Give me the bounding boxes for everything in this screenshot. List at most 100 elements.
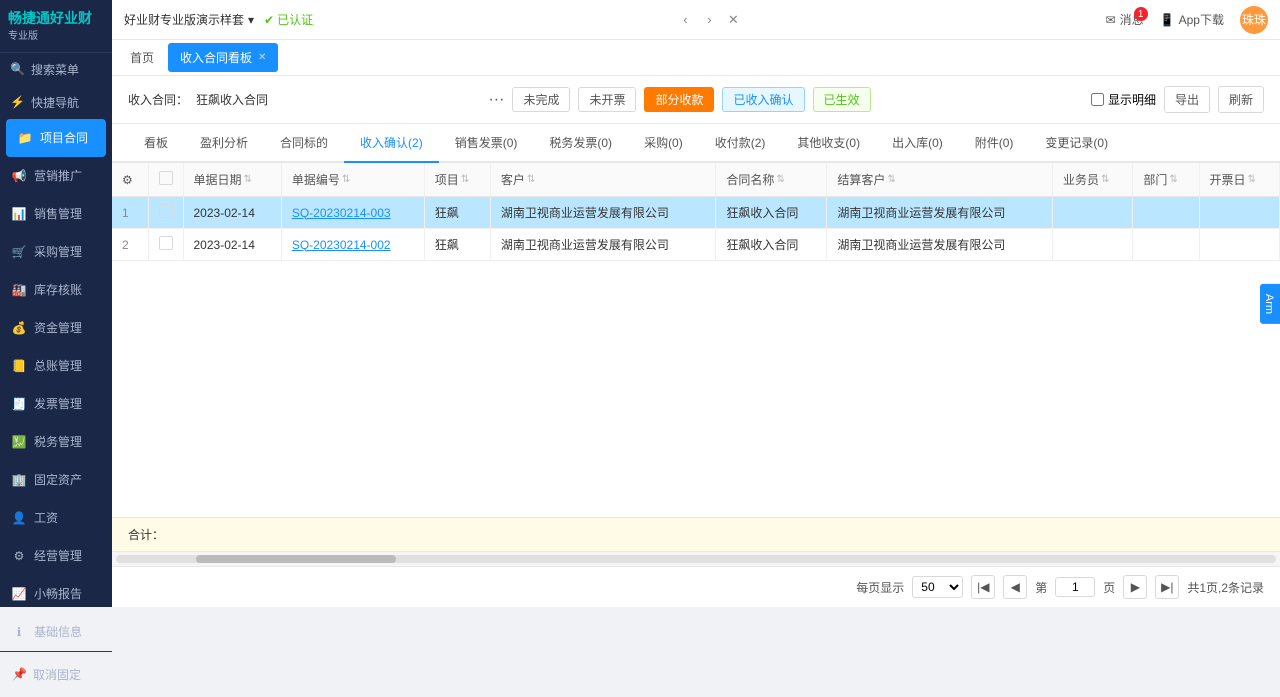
sidebar-item-asset[interactable]: 🏢 固定资产 bbox=[0, 461, 112, 499]
sidebar-item-invoice[interactable]: 🧾 发票管理 bbox=[0, 385, 112, 423]
status-active[interactable]: 已生效 bbox=[813, 87, 871, 112]
table-cell[interactable]: SQ-20230214-003 bbox=[281, 197, 424, 229]
sidebar-quick-nav-label: 快捷导航 bbox=[31, 94, 79, 111]
table-row[interactable]: 12023-02-14SQ-20230214-003狂飙湖南卫视商业运营发展有限… bbox=[112, 197, 1280, 229]
order-no-link[interactable]: SQ-20230214-003 bbox=[292, 206, 391, 220]
message-btn[interactable]: ✉ 1 消息 bbox=[1106, 11, 1144, 28]
sidebar-quick-nav[interactable]: ⚡ 快捷导航 bbox=[0, 86, 112, 119]
sidebar-cancel-pin[interactable]: 📌 取消固定 bbox=[8, 660, 104, 689]
pagination-next-btn[interactable]: ▶ bbox=[1123, 575, 1147, 599]
sidebar-item-report[interactable]: 📈 小畅报告 bbox=[0, 575, 112, 613]
table-row[interactable]: 22023-02-14SQ-20230214-002狂飙湖南卫视商业运营发展有限… bbox=[112, 229, 1280, 261]
sidebar-item-base[interactable]: ℹ 基础信息 bbox=[0, 613, 112, 651]
status-income-confirmed[interactable]: 已收入确认 bbox=[722, 87, 804, 112]
row-checkbox[interactable] bbox=[159, 236, 173, 250]
sub-tab-4[interactable]: 销售发票(0) bbox=[439, 124, 534, 163]
settings-icon[interactable]: ⚙ bbox=[122, 173, 133, 187]
sub-tab-6[interactable]: 采购(0) bbox=[628, 124, 699, 163]
sub-tab-10[interactable]: 附件(0) bbox=[959, 124, 1030, 163]
content-area: 收入合同： 狂飙收入合同 ··· 未完成 未开票 部分收款 已收入确认 已生效 … bbox=[112, 76, 1280, 607]
sidebar-label-labor: 工资 bbox=[34, 509, 58, 526]
nav-next-btn[interactable]: › bbox=[699, 10, 719, 30]
sub-tab-11[interactable]: 变更记录(0) bbox=[1029, 124, 1124, 163]
col-header-部门[interactable]: 部门⇅ bbox=[1133, 163, 1199, 197]
tab-home[interactable]: 首页 bbox=[120, 43, 164, 72]
sub-tab-9[interactable]: 出入库(0) bbox=[876, 124, 959, 163]
display-detail-checkbox[interactable]: 显示明细 bbox=[1091, 91, 1156, 108]
sidebar-item-folder[interactable]: 📁 项目合同 bbox=[6, 119, 106, 157]
page-input[interactable] bbox=[1055, 577, 1095, 597]
nav-prev-btn[interactable]: ‹ bbox=[675, 10, 695, 30]
col-header-项目[interactable]: 项目⇅ bbox=[424, 163, 490, 197]
display-detail-label: 显示明细 bbox=[1108, 91, 1156, 108]
sidebar-label-chart: 销售管理 bbox=[34, 205, 82, 222]
sub-tab-1[interactable]: 盈利分析 bbox=[184, 124, 264, 163]
nav-close-btn[interactable]: ✕ bbox=[723, 10, 743, 30]
row-num: 2 bbox=[122, 238, 129, 252]
cancel-pin-label: 取消固定 bbox=[33, 666, 81, 683]
sidebar-icon-invoice: 🧾 bbox=[10, 395, 28, 413]
arm-btn[interactable]: Arm bbox=[1260, 283, 1280, 323]
sidebar-item-ledger[interactable]: 📒 总账管理 bbox=[0, 347, 112, 385]
sidebar-search[interactable]: 🔍 搜索菜单 bbox=[0, 53, 112, 86]
row-checkbox[interactable] bbox=[159, 204, 173, 218]
scrollbar-thumb[interactable] bbox=[196, 555, 396, 563]
app-download-btn[interactable]: 📱 App下载 bbox=[1160, 11, 1224, 28]
verified-check-icon: ✔ bbox=[264, 13, 274, 27]
export-btn[interactable]: 导出 bbox=[1164, 86, 1210, 113]
pagination-last-btn[interactable]: ▶| bbox=[1155, 575, 1179, 599]
sub-tab-0[interactable]: 看板 bbox=[128, 124, 184, 163]
status-not-complete[interactable]: 未完成 bbox=[512, 87, 570, 112]
sidebar-item-warehouse[interactable]: 🏭 库存核账 bbox=[0, 271, 112, 309]
table-cell[interactable]: SQ-20230214-002 bbox=[281, 229, 424, 261]
col-header-开票日[interactable]: 开票日⇅ bbox=[1199, 163, 1280, 197]
sidebar-icon-chart: 📊 bbox=[10, 205, 28, 223]
status-not-invoiced[interactable]: 未开票 bbox=[578, 87, 636, 112]
refresh-btn[interactable]: 刷新 bbox=[1218, 86, 1264, 113]
order-no-link[interactable]: SQ-20230214-002 bbox=[292, 238, 391, 252]
detail-checkbox-input[interactable] bbox=[1091, 93, 1104, 106]
pagination-prev-btn[interactable]: ◀ bbox=[1003, 575, 1027, 599]
sub-tab-3[interactable]: 收入确认(2) bbox=[344, 124, 439, 163]
col-header-结算客户[interactable]: 结算客户⇅ bbox=[827, 163, 1053, 197]
company-selector[interactable]: 好业财专业版演示样套 ▾ bbox=[124, 11, 254, 28]
sidebar-item-money[interactable]: 💰 资金管理 bbox=[0, 309, 112, 347]
col-header-客户[interactable]: 客户⇅ bbox=[490, 163, 716, 197]
app-download-icon: 📱 bbox=[1160, 13, 1175, 27]
user-avatar[interactable]: 珠珠 bbox=[1240, 6, 1268, 34]
tab-income-contract[interactable]: 收入合同看板 ✕ bbox=[168, 43, 278, 72]
nav-controls: ‹ › ✕ bbox=[675, 10, 743, 30]
tabs-bar: 首页 收入合同看板 ✕ bbox=[112, 40, 1280, 76]
sidebar-item-tax[interactable]: 💹 税务管理 bbox=[0, 423, 112, 461]
total-label: 合计： bbox=[128, 526, 164, 543]
col-header-业务员[interactable]: 业务员⇅ bbox=[1052, 163, 1132, 197]
select-all-checkbox[interactable] bbox=[159, 171, 173, 185]
more-btn[interactable]: ··· bbox=[488, 91, 504, 109]
table-cell: 1 bbox=[112, 197, 148, 229]
sidebar-item-megaphone[interactable]: 📢 营销推广 bbox=[0, 157, 112, 195]
sub-tab-2[interactable]: 合同标的 bbox=[264, 124, 344, 163]
sub-tab-8[interactable]: 其他收支(0) bbox=[781, 124, 876, 163]
row-salesperson bbox=[1052, 229, 1132, 261]
per-page-select[interactable]: 2050100200 bbox=[912, 576, 963, 598]
sidebar-item-ops[interactable]: ⚙ 经营管理 bbox=[0, 537, 112, 575]
sidebar-icon-cart: 🛒 bbox=[10, 243, 28, 261]
col-header-合同名称[interactable]: 合同名称⇅ bbox=[716, 163, 827, 197]
sidebar-label-cart: 采购管理 bbox=[34, 243, 82, 260]
pagination-info: 共1页,2条记录 bbox=[1187, 579, 1264, 596]
pin-icon: 📌 bbox=[12, 667, 27, 681]
tab-close-icon[interactable]: ✕ bbox=[258, 52, 266, 63]
sidebar-item-chart[interactable]: 📊 销售管理 bbox=[0, 195, 112, 233]
topbar: 好业财专业版演示样套 ▾ ✔ 已认证 ‹ › ✕ ✉ 1 消息 📱 App下载 … bbox=[112, 0, 1280, 40]
status-partial-received[interactable]: 部分收款 bbox=[644, 87, 714, 112]
sidebar-icon-ledger: 📒 bbox=[10, 357, 28, 375]
sub-tab-7[interactable]: 收付款(2) bbox=[699, 124, 782, 163]
scrollbar-row[interactable] bbox=[112, 552, 1280, 566]
pagination-first-btn[interactable]: |◀ bbox=[971, 575, 995, 599]
sidebar-item-labor[interactable]: 👤 工资 bbox=[0, 499, 112, 537]
sub-tab-5[interactable]: 税务发票(0) bbox=[533, 124, 628, 163]
col-header-单据日期[interactable]: 单据日期⇅ bbox=[183, 163, 281, 197]
page-title-prefix: 收入合同： bbox=[128, 91, 188, 108]
col-header-单据编号[interactable]: 单据编号⇅ bbox=[281, 163, 424, 197]
sidebar-item-cart[interactable]: 🛒 采购管理 bbox=[0, 233, 112, 271]
